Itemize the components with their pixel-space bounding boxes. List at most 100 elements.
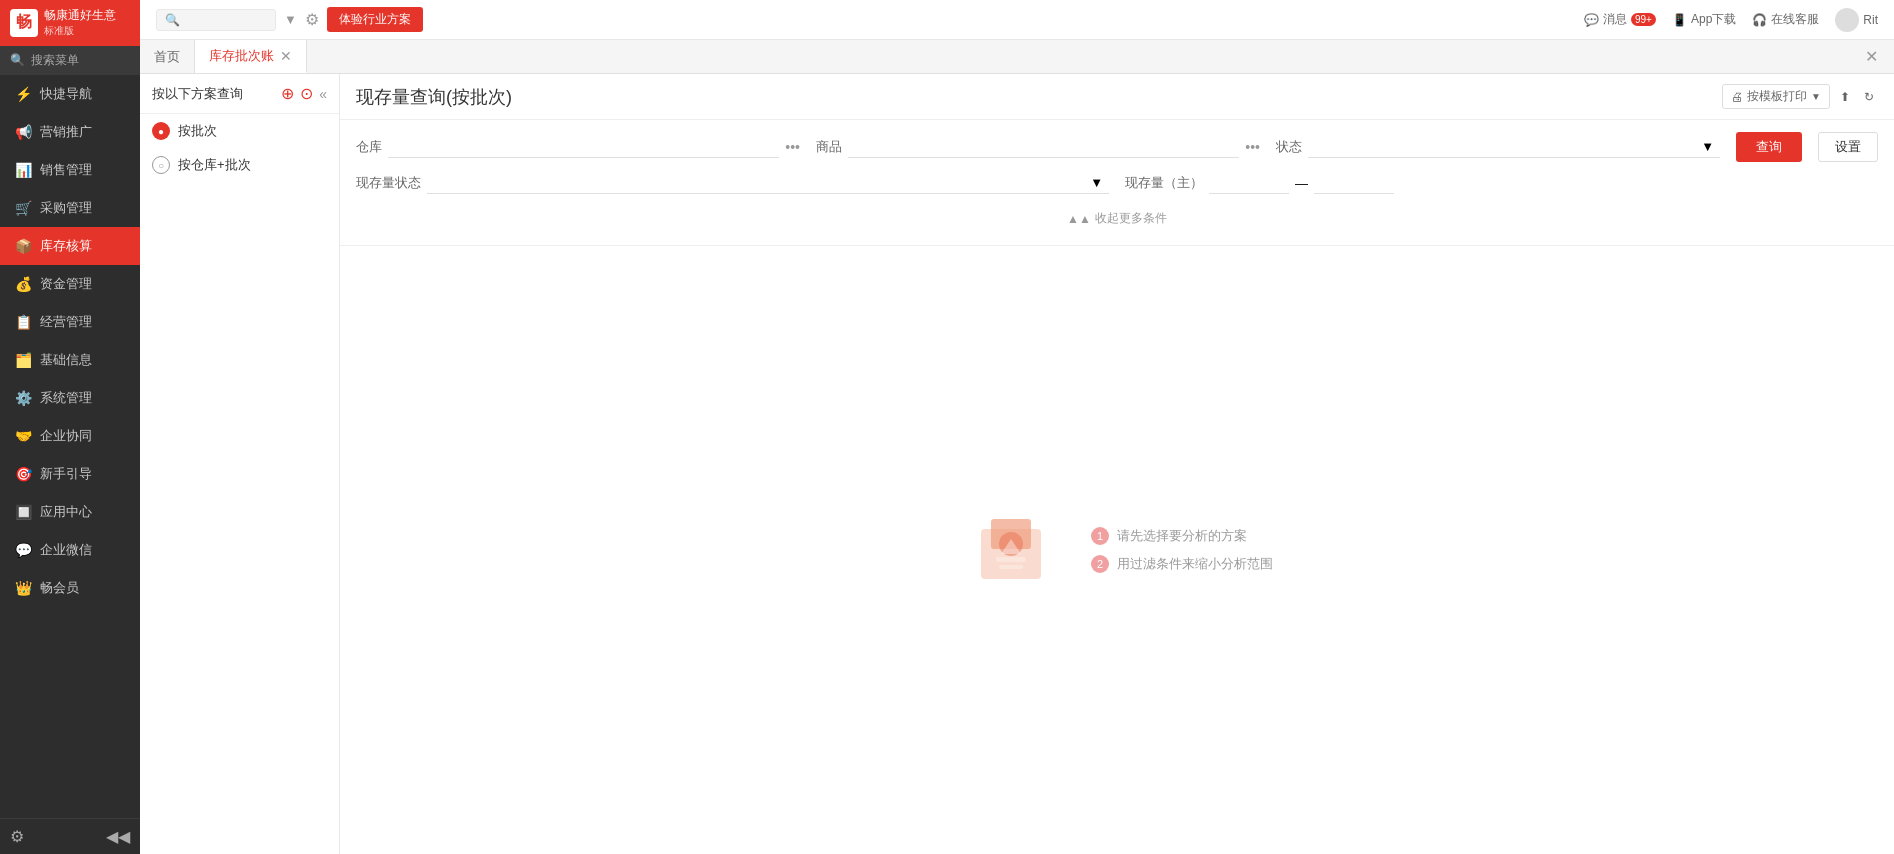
svg-rect-5 bbox=[999, 565, 1023, 569]
sidebar-item-guide[interactable]: 🎯 新手引导 bbox=[0, 455, 140, 493]
status-filter-group: 状态 ▼ bbox=[1276, 136, 1720, 158]
empty-tips: 1 请先选择要分析的方案 2 用过滤条件来缩小分析范围 bbox=[1091, 527, 1273, 573]
print-label: 按模板打印 bbox=[1747, 88, 1807, 105]
page-content: 按以下方案查询 ⊕ ⊙ « ● 按批次 ○ 按仓库+批次 现存量查询(按批次) bbox=[140, 74, 1894, 854]
topbar-left: 🔍 ▼ ⚙ 体验行业方案 bbox=[156, 7, 423, 32]
tab-home[interactable]: 首页 bbox=[140, 40, 195, 73]
message-icon: 💬 bbox=[1584, 13, 1599, 27]
sidebar-item-finance[interactable]: 💰 资金管理 bbox=[0, 265, 140, 303]
refresh-btn[interactable]: ↻ bbox=[1864, 90, 1878, 104]
stock-status-select[interactable]: ▼ bbox=[427, 172, 1109, 194]
collapse-sidebar-icon[interactable]: ◀◀ bbox=[106, 827, 130, 846]
status-dropdown-icon: ▼ bbox=[1701, 139, 1714, 154]
service-icon: 🎧 bbox=[1752, 13, 1767, 27]
warehouse-label: 仓库 bbox=[356, 138, 382, 156]
query-btn[interactable]: 查询 bbox=[1736, 132, 1802, 162]
settings-btn[interactable]: 设置 bbox=[1818, 132, 1878, 162]
warehouse-filter-group: 仓库 ••• bbox=[356, 136, 800, 158]
plan-item-by-warehouse-batch[interactable]: ○ 按仓库+批次 bbox=[140, 148, 339, 182]
app-download-btn[interactable]: 📱 App下载 bbox=[1672, 11, 1736, 28]
warehouse-more-icon[interactable]: ••• bbox=[785, 139, 800, 155]
left-panel-title: 按以下方案查询 bbox=[152, 85, 243, 103]
sidebar-search[interactable]: 🔍 搜索菜单 bbox=[0, 46, 140, 75]
status-select[interactable]: ▼ bbox=[1308, 136, 1720, 158]
export-btn[interactable]: ⬆ bbox=[1840, 90, 1854, 104]
online-service-btn[interactable]: 🎧 在线客服 bbox=[1752, 11, 1819, 28]
user-avatar bbox=[1835, 8, 1859, 32]
sidebar-item-inventory[interactable]: 📦 库存核算 bbox=[0, 227, 140, 265]
sidebar-item-label: 畅会员 bbox=[40, 579, 79, 597]
basic-icon: 🗂️ bbox=[14, 351, 32, 369]
sidebar-item-basic[interactable]: 🗂️ 基础信息 bbox=[0, 341, 140, 379]
messages-btn[interactable]: 💬 消息 99+ bbox=[1584, 11, 1656, 28]
topbar: 🔍 ▼ ⚙ 体验行业方案 💬 消息 99+ 📱 App下载 🎧 在线客服 Ri bbox=[140, 0, 1894, 40]
plan-label-by-warehouse-batch: 按仓库+批次 bbox=[178, 156, 251, 174]
left-panel: 按以下方案查询 ⊕ ⊙ « ● 按批次 ○ 按仓库+批次 bbox=[140, 74, 340, 854]
page-title: 现存量查询(按批次) bbox=[356, 85, 512, 109]
stock-amount-min[interactable] bbox=[1209, 172, 1289, 194]
product-filter-group: 商品 ••• bbox=[816, 136, 1260, 158]
guide-icon: 🎯 bbox=[14, 465, 32, 483]
stock-status-group: 现存量状态 ▼ bbox=[356, 172, 1109, 194]
collapse-icon: ▲▲ bbox=[1067, 212, 1091, 226]
finance-icon: 💰 bbox=[14, 275, 32, 293]
sidebar-item-enterprise[interactable]: 🤝 企业协同 bbox=[0, 417, 140, 455]
user-profile-btn[interactable]: Rit bbox=[1835, 8, 1878, 32]
sidebar-item-apps[interactable]: 🔲 应用中心 bbox=[0, 493, 140, 531]
plan-label-by-batch: 按批次 bbox=[178, 122, 217, 140]
page-close-btn[interactable]: ✕ bbox=[1849, 47, 1894, 66]
wechat-icon: 💬 bbox=[14, 541, 32, 559]
sidebar-item-purchase[interactable]: 🛒 采购管理 bbox=[0, 189, 140, 227]
sidebar-item-label: 新手引导 bbox=[40, 465, 92, 483]
filter-row-1: 仓库 ••• 商品 ••• 状态 ▼ bbox=[356, 132, 1878, 162]
svg-rect-4 bbox=[996, 557, 1026, 562]
sidebar-item-wechat[interactable]: 💬 企业微信 bbox=[0, 531, 140, 569]
settings-icon[interactable]: ⚙ bbox=[10, 827, 24, 846]
add-plan-icon[interactable]: ⊕ bbox=[281, 84, 294, 103]
sidebar-item-sales[interactable]: 📊 销售管理 bbox=[0, 151, 140, 189]
print-btn[interactable]: 🖨 按模板打印 ▼ bbox=[1722, 84, 1830, 109]
sidebar-item-system[interactable]: ⚙️ 系统管理 bbox=[0, 379, 140, 417]
tip-num-1: 1 bbox=[1091, 527, 1109, 545]
product-input[interactable] bbox=[848, 136, 1239, 158]
sidebar-item-quick-nav[interactable]: ⚡ 快捷导航 bbox=[0, 75, 140, 113]
apps-icon: 🔲 bbox=[14, 503, 32, 521]
topbar-settings-icon[interactable]: ⚙ bbox=[305, 10, 319, 29]
plan-item-by-batch[interactable]: ● 按批次 bbox=[140, 114, 339, 148]
enterprise-icon: 🤝 bbox=[14, 427, 32, 445]
sidebar-item-label: 应用中心 bbox=[40, 503, 92, 521]
warehouse-input[interactable] bbox=[388, 136, 779, 158]
tab-close-icon[interactable]: ✕ bbox=[280, 48, 292, 64]
search-icon: 🔍 bbox=[10, 53, 25, 67]
tip-text-2: 用过滤条件来缩小分析范围 bbox=[1117, 555, 1273, 573]
tab-inventory-batch[interactable]: 库存批次账 ✕ bbox=[195, 40, 307, 73]
plan-icon-red: ● bbox=[152, 122, 170, 140]
collapse-label: 收起更多条件 bbox=[1095, 210, 1167, 227]
collapse-panel-icon[interactable]: « bbox=[319, 86, 327, 102]
messages-label: 消息 bbox=[1603, 11, 1627, 28]
stock-amount-max[interactable] bbox=[1314, 172, 1394, 194]
purchase-icon: 🛒 bbox=[14, 199, 32, 217]
operation-icon: 📋 bbox=[14, 313, 32, 331]
product-more-icon[interactable]: ••• bbox=[1245, 139, 1260, 155]
online-service-label: 在线客服 bbox=[1771, 11, 1819, 28]
sidebar-item-label: 库存核算 bbox=[40, 237, 92, 255]
topbar-right: 💬 消息 99+ 📱 App下载 🎧 在线客服 Rit bbox=[1584, 8, 1878, 32]
app-info: 畅康通好生意 标准版 bbox=[44, 8, 116, 38]
empty-state: 1 请先选择要分析的方案 2 用过滤条件来缩小分析范围 bbox=[340, 246, 1894, 854]
sidebar-item-operation[interactable]: 📋 经营管理 bbox=[0, 303, 140, 341]
plan-icon-gray: ○ bbox=[152, 156, 170, 174]
sidebar-item-member[interactable]: 👑 畅会员 bbox=[0, 569, 140, 607]
settings-plan-icon[interactable]: ⊙ bbox=[300, 84, 313, 103]
sidebar-item-label: 营销推广 bbox=[40, 123, 92, 141]
collapse-filter-btn[interactable]: ▲▲ 收起更多条件 bbox=[356, 204, 1878, 233]
print-dropdown-icon: ▼ bbox=[1811, 91, 1821, 102]
sidebar-item-marketing[interactable]: 📢 营销推广 bbox=[0, 113, 140, 151]
experience-btn[interactable]: 体验行业方案 bbox=[327, 7, 423, 32]
topbar-dropdown-icon[interactable]: ▼ bbox=[284, 12, 297, 27]
sidebar-item-label: 采购管理 bbox=[40, 199, 92, 217]
quick-nav-icon: ⚡ bbox=[14, 85, 32, 103]
app-download-label: App下载 bbox=[1691, 11, 1736, 28]
left-panel-actions: ⊕ ⊙ « bbox=[281, 84, 327, 103]
search-label: 搜索菜单 bbox=[31, 52, 79, 69]
